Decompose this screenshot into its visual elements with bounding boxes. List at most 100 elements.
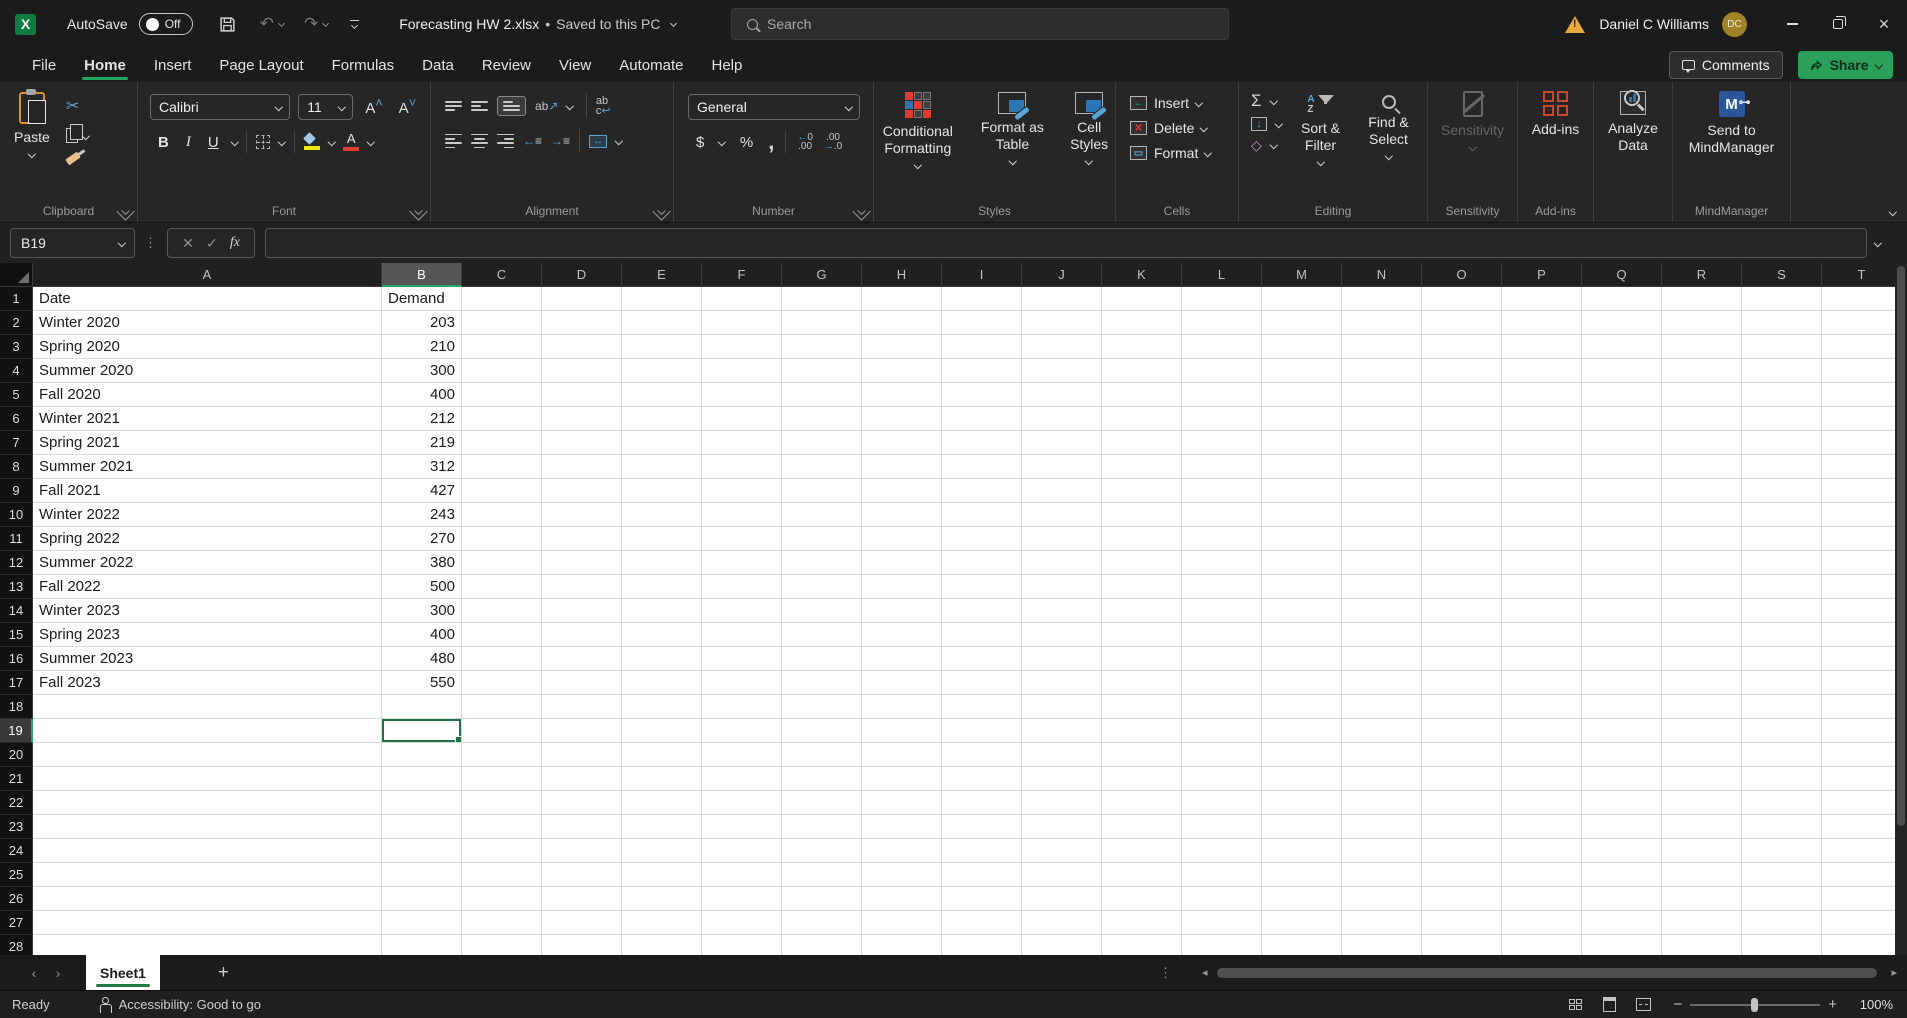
top-align-button[interactable] <box>445 101 462 111</box>
cell-C17[interactable] <box>462 671 542 695</box>
row-header-1[interactable]: 1 <box>0 287 33 311</box>
cell-S27[interactable] <box>1742 911 1822 935</box>
cell-O2[interactable] <box>1422 311 1502 335</box>
name-box[interactable]: B19 <box>10 228 135 258</box>
vertical-scrollbar-thumb[interactable] <box>1897 266 1905 826</box>
cell-R20[interactable] <box>1662 743 1742 767</box>
tab-page-layout[interactable]: Page Layout <box>205 48 317 82</box>
cell-D10[interactable] <box>542 503 622 527</box>
cell-B2[interactable]: 203 <box>382 311 462 335</box>
cell-J13[interactable] <box>1022 575 1102 599</box>
cell-C2[interactable] <box>462 311 542 335</box>
cell-I17[interactable] <box>942 671 1022 695</box>
cell-I9[interactable] <box>942 479 1022 503</box>
cell-Q6[interactable] <box>1582 407 1662 431</box>
column-header-B[interactable]: B <box>382 263 462 287</box>
cell-G15[interactable] <box>782 623 862 647</box>
cell-C9[interactable] <box>462 479 542 503</box>
cell-H24[interactable] <box>862 839 942 863</box>
cell-A25[interactable] <box>33 863 382 887</box>
cell-P28[interactable] <box>1502 935 1582 955</box>
cell-A20[interactable] <box>33 743 382 767</box>
cell-A15[interactable]: Spring 2023 <box>33 623 382 647</box>
cell-N24[interactable] <box>1342 839 1422 863</box>
cell-H19[interactable] <box>862 719 942 743</box>
cell-O27[interactable] <box>1422 911 1502 935</box>
decrease-indent-button[interactable]: ←≡ <box>523 134 542 148</box>
cell-M28[interactable] <box>1262 935 1342 955</box>
tab-file[interactable]: File <box>18 48 70 82</box>
cell-M20[interactable] <box>1262 743 1342 767</box>
title-dropdown-icon[interactable] <box>670 19 677 26</box>
cell-F5[interactable] <box>702 383 782 407</box>
cell-F23[interactable] <box>702 815 782 839</box>
cell-M2[interactable] <box>1262 311 1342 335</box>
middle-align-button[interactable] <box>471 101 488 111</box>
column-header-H[interactable]: H <box>862 263 942 287</box>
column-header-N[interactable]: N <box>1342 263 1422 287</box>
cell-T27[interactable] <box>1822 911 1902 935</box>
row-header-4[interactable]: 4 <box>0 359 33 383</box>
cell-S2[interactable] <box>1742 311 1822 335</box>
user-name[interactable]: Daniel C Williams <box>1599 16 1709 32</box>
cell-E4[interactable] <box>622 359 702 383</box>
insert-function-button[interactable]: fx <box>230 235 240 251</box>
bold-button[interactable]: B <box>154 132 173 153</box>
cell-L24[interactable] <box>1182 839 1262 863</box>
cell-T18[interactable] <box>1822 695 1902 719</box>
cell-B13[interactable]: 500 <box>382 575 462 599</box>
cell-D16[interactable] <box>542 647 622 671</box>
cell-O21[interactable] <box>1422 767 1502 791</box>
restore-button[interactable] <box>1815 0 1861 48</box>
cell-R25[interactable] <box>1662 863 1742 887</box>
cell-T22[interactable] <box>1822 791 1902 815</box>
undo-dropdown-icon[interactable] <box>278 19 285 26</box>
cell-H13[interactable] <box>862 575 942 599</box>
cell-C16[interactable] <box>462 647 542 671</box>
column-header-T[interactable]: T <box>1822 263 1902 287</box>
cell-D12[interactable] <box>542 551 622 575</box>
cell-T9[interactable] <box>1822 479 1902 503</box>
cell-J22[interactable] <box>1022 791 1102 815</box>
cell-N11[interactable] <box>1342 527 1422 551</box>
cell-N21[interactable] <box>1342 767 1422 791</box>
cell-K15[interactable] <box>1102 623 1182 647</box>
cell-Q27[interactable] <box>1582 911 1662 935</box>
cell-F8[interactable] <box>702 455 782 479</box>
cell-G19[interactable] <box>782 719 862 743</box>
cell-A2[interactable]: Winter 2020 <box>33 311 382 335</box>
cell-R15[interactable] <box>1662 623 1742 647</box>
cell-L8[interactable] <box>1182 455 1262 479</box>
cell-O5[interactable] <box>1422 383 1502 407</box>
sheet-options-kebab-icon[interactable]: ⋮ <box>1159 965 1172 981</box>
cell-B8[interactable]: 312 <box>382 455 462 479</box>
cell-H27[interactable] <box>862 911 942 935</box>
cell-I3[interactable] <box>942 335 1022 359</box>
cell-F9[interactable] <box>702 479 782 503</box>
cell-L13[interactable] <box>1182 575 1262 599</box>
cell-I28[interactable] <box>942 935 1022 955</box>
row-header-5[interactable]: 5 <box>0 383 33 407</box>
cell-B14[interactable]: 300 <box>382 599 462 623</box>
cell-N23[interactable] <box>1342 815 1422 839</box>
scroll-left-icon[interactable]: ◂ <box>1202 966 1208 979</box>
cell-S25[interactable] <box>1742 863 1822 887</box>
cell-L5[interactable] <box>1182 383 1262 407</box>
cell-S24[interactable] <box>1742 839 1822 863</box>
cell-Q2[interactable] <box>1582 311 1662 335</box>
format-painter-button[interactable] <box>65 152 80 166</box>
cell-Q7[interactable] <box>1582 431 1662 455</box>
cell-E18[interactable] <box>622 695 702 719</box>
cell-D19[interactable] <box>542 719 622 743</box>
cell-C4[interactable] <box>462 359 542 383</box>
cell-O9[interactable] <box>1422 479 1502 503</box>
cell-C25[interactable] <box>462 863 542 887</box>
row-header-22[interactable]: 22 <box>0 791 33 815</box>
cell-C23[interactable] <box>462 815 542 839</box>
cell-Q11[interactable] <box>1582 527 1662 551</box>
zoom-out-button[interactable]: − <box>1673 996 1682 1013</box>
cell-I27[interactable] <box>942 911 1022 935</box>
cell-G7[interactable] <box>782 431 862 455</box>
cell-J18[interactable] <box>1022 695 1102 719</box>
orientation-button[interactable]: ab↗ <box>535 99 558 113</box>
